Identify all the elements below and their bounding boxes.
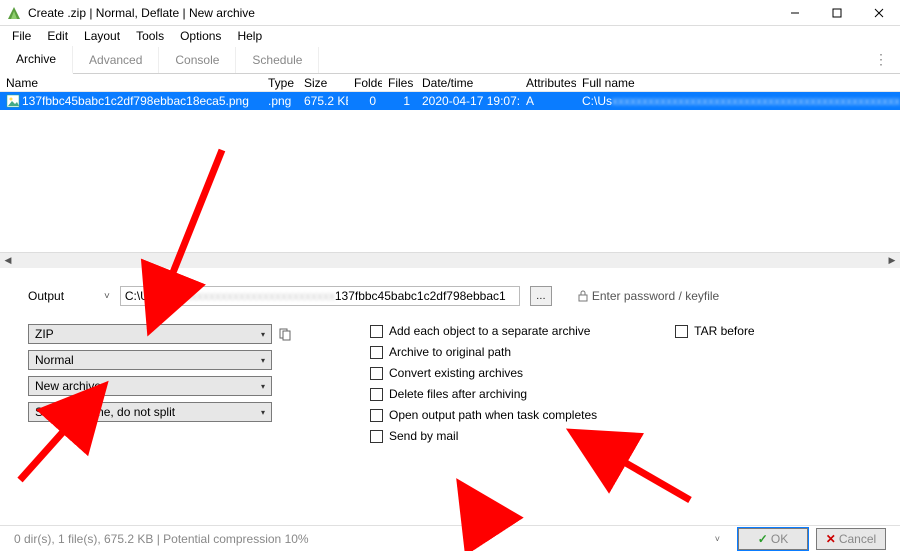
chevron-down-icon: ▾ [261,356,265,365]
col-folders[interactable]: Folders [348,74,382,92]
col-datetime[interactable]: Date/time [416,74,520,92]
col-size[interactable]: Size [298,74,348,92]
file-name: 137fbbc45babc1c2df798ebbac18eca5.png [22,94,249,108]
tab-schedule[interactable]: Schedule [236,47,319,73]
col-attributes[interactable]: Attributes [520,74,576,92]
separate-archive-checkbox[interactable] [370,325,383,338]
level-select[interactable]: Normal▾ [28,350,272,370]
archive-options-panel: Output ˅ C:\Usxxxxxxxxxxxxxxxxxxxxxxxxxx… [0,268,900,443]
close-button[interactable] [858,0,900,26]
mail-label: Send by mail [389,429,458,443]
window-title: Create .zip | Normal, Deflate | New arch… [28,6,774,20]
cancel-button[interactable]: ✕Cancel [816,528,886,550]
menu-options[interactable]: Options [172,27,229,45]
chevron-down-icon: ▾ [261,382,265,391]
tar-before-checkbox[interactable] [675,325,688,338]
mail-checkbox[interactable] [370,430,383,443]
format-select[interactable]: ZIP▾ [28,324,272,344]
browse-button[interactable]: … [530,286,552,306]
copy-icon[interactable] [278,327,292,341]
kebab-menu-icon[interactable]: ⋮ [862,51,900,68]
open-output-label: Open output path when task completes [389,408,597,422]
delete-label: Delete files after archiving [389,387,527,401]
file-datetime: 2020-04-17 19:07:08 [416,94,520,108]
file-folders: 0 [348,94,382,108]
file-size: 675.2 KB [298,94,348,108]
status-text: 0 dir(s), 1 file(s), 675.2 KB | Potentia… [14,532,309,546]
mode-select[interactable]: New archive▾ [28,376,272,396]
column-headers: Name Type Size Folders Files Date/time A… [0,74,900,92]
convert-checkbox[interactable] [370,367,383,380]
scroll-left-icon[interactable]: ◀ [0,253,16,269]
chevron-down-icon: ▾ [261,408,265,417]
tar-label: TAR before [694,324,754,338]
file-attr: A [520,94,576,108]
statusbar: 0 dir(s), 1 file(s), 675.2 KB | Potentia… [0,525,900,551]
output-label: Output [28,289,94,303]
scroll-right-icon[interactable]: ▶ [884,253,900,269]
tabbar: Archive Advanced Console Schedule ⋮ [0,46,900,74]
original-path-checkbox[interactable] [370,346,383,359]
convert-label: Convert existing archives [389,366,523,380]
chevron-down-icon: ▾ [261,330,265,339]
file-list: 137fbbc45babc1c2df798ebbac18eca5.png .pn… [0,92,900,252]
output-path-input[interactable]: C:\Usxxxxxxxxxxxxxxxxxxxxxxxxxxxxxx137fb… [120,286,520,306]
minimize-button[interactable] [774,0,816,26]
app-icon [6,5,22,21]
table-row[interactable]: 137fbbc45babc1c2df798ebbac18eca5.png .pn… [0,92,900,110]
col-name[interactable]: Name [0,74,262,92]
lock-icon [578,290,588,302]
image-file-icon [6,94,20,108]
file-files: 1 [382,94,416,108]
menu-tools[interactable]: Tools [128,27,172,45]
open-output-checkbox[interactable] [370,409,383,422]
menu-layout[interactable]: Layout [76,27,128,45]
output-row: Output ˅ C:\Usxxxxxxxxxxxxxxxxxxxxxxxxxx… [28,286,872,306]
maximize-button[interactable] [816,0,858,26]
ok-button[interactable]: ✓OK [738,528,808,550]
menubar: File Edit Layout Tools Options Help [0,26,900,46]
titlebar: Create .zip | Normal, Deflate | New arch… [0,0,900,26]
tab-console[interactable]: Console [159,47,236,73]
password-link[interactable]: Enter password / keyfile [578,289,719,303]
menu-help[interactable]: Help [229,27,270,45]
tab-archive[interactable]: Archive [0,46,73,74]
col-files[interactable]: Files [382,74,416,92]
separate-label: Add each object to a separate archive [389,324,590,338]
col-fullname[interactable]: Full name [576,74,900,92]
menu-file[interactable]: File [4,27,39,45]
col-type[interactable]: Type [262,74,298,92]
tab-advanced[interactable]: Advanced [73,47,159,73]
delete-checkbox[interactable] [370,388,383,401]
menu-edit[interactable]: Edit [39,27,76,45]
check-icon: ✓ [758,532,768,546]
chevron-down-icon[interactable]: ˅ [715,534,720,544]
split-select[interactable]: Single volume, do not split▾ [28,402,272,422]
file-fullname: C:\Usxxxxxxxxxxxxxxxxxxxxxxxxxxxxxxxxxxx… [576,94,900,108]
original-label: Archive to original path [389,345,511,359]
chevron-down-icon[interactable]: ˅ [104,291,110,302]
horizontal-scrollbar[interactable]: ◀ ▶ [0,252,900,268]
file-type: .png [262,94,298,108]
x-icon: ✕ [826,532,836,546]
